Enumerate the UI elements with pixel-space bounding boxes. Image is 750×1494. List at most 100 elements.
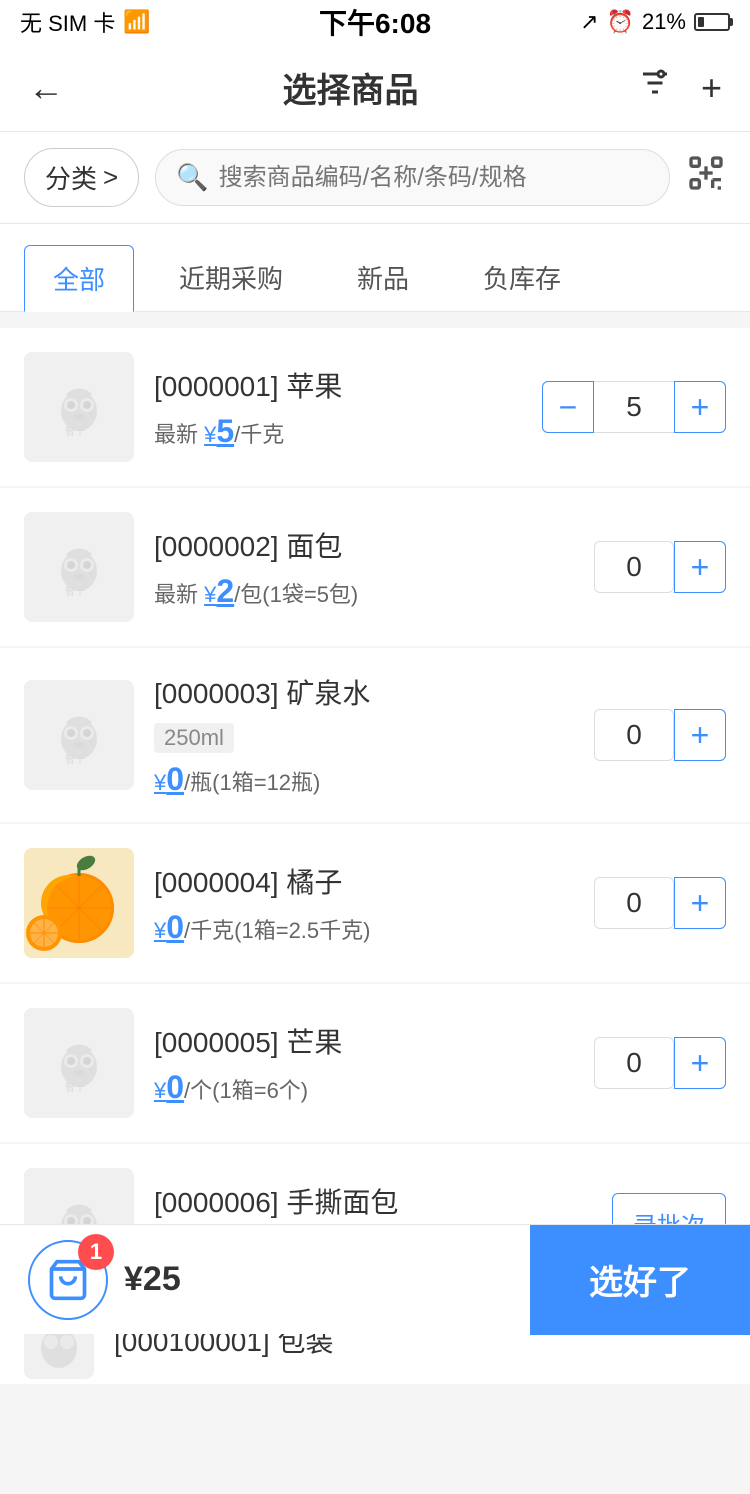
tab-new[interactable]: 新品 [328,244,438,311]
price-unit: /千克(1箱=2.5千克) [184,918,370,943]
wifi-icon: 📶 [123,9,150,35]
price-symbol: ¥ [154,918,166,943]
cart-total: ¥25 [124,1260,181,1299]
quantity-increase-button[interactable]: + [674,541,726,593]
category-button[interactable]: 分类 > [24,148,139,207]
cart-button[interactable]: 1 [28,1240,108,1320]
quantity-control: + [594,709,726,761]
product-name: [0000005] 芒果 [154,1021,574,1061]
add-icon[interactable]: + [701,67,722,109]
category-arrow-icon: > [103,162,118,193]
battery-percent: 21% [642,9,686,35]
product-thumbnail: 智十 [24,352,134,462]
price-value: 0 [166,1069,184,1105]
product-item: 智十 [0000005] 芒果 ¥0/个(1箱=6个) + [0,984,750,1142]
product-name: [0000002] 面包 [154,525,574,565]
search-input[interactable] [219,164,649,192]
divider [0,312,750,328]
quantity-input[interactable] [594,877,674,929]
category-label: 分类 [45,159,97,196]
price-value: 0 [166,761,184,797]
product-thumbnail: 智十 [24,1008,134,1118]
alarm-icon: ⏰ [607,9,634,35]
status-bar: 无 SIM 卡 📶 下午6:08 ↗ ⏰ 21% [0,0,750,44]
quantity-input[interactable] [594,381,674,433]
bottom-bar: 1 ¥25 选好了 [0,1224,750,1334]
quantity-decrease-button[interactable]: − [542,381,594,433]
tabs-bar: 全部 近期采购 新品 负库存 [0,224,750,312]
product-info: [0000002] 面包 最新 ¥2/包(1袋=5包) [154,525,574,610]
product-price: ¥0/个(1箱=6个) [154,1069,574,1106]
location-icon: ↗ [580,9,598,35]
product-info: [0000001] 苹果 最新 ¥5/千克 [154,365,522,450]
product-price: 最新 ¥5/千克 [154,413,522,450]
owl-logo: 智十 [47,1031,111,1095]
price-symbol: ¥ [154,1078,166,1103]
price-label: 最新 [154,422,204,447]
page-title: 选择商品 [282,63,418,112]
product-name: [0000006] 手撕面包 [154,1181,592,1221]
product-name: [0000001] 苹果 [154,365,522,405]
quantity-input[interactable] [594,1037,674,1089]
search-input-wrap: 🔍 [155,149,670,206]
quantity-control: + [594,877,726,929]
status-right: ↗ ⏰ 21% [580,9,730,35]
back-button[interactable]: ← [28,67,64,109]
search-bar: 分类 > 🔍 [0,132,750,224]
product-item: [0000004] 橘子 ¥0/千克(1箱=2.5千克) + [0,824,750,982]
product-thumbnail: 智十 [24,512,134,622]
price-per: ¥ [204,422,216,447]
nav-bar: ← 选择商品 + [0,44,750,132]
owl-logo: 智十 [47,703,111,767]
owl-logo: 智十 [47,535,111,599]
confirm-button[interactable]: 选好了 [530,1225,750,1335]
price-unit: /个(1箱=6个) [184,1078,308,1103]
svg-text:智十: 智十 [65,1081,85,1094]
product-item: 智十 [0000002] 面包 最新 ¥2/包(1袋=5包) + [0,488,750,646]
svg-text:智十: 智十 [65,753,85,766]
status-left: 无 SIM 卡 📶 [20,6,151,38]
quantity-control: − + [542,381,726,433]
battery-icon [694,13,730,31]
svg-text:智十: 智十 [65,425,85,438]
price-unit: /千克 [234,422,284,447]
carrier-label: 无 SIM 卡 [20,6,115,38]
price-symbol: ¥ [154,770,166,795]
product-item: 智十 [0000003] 矿泉水 250ml ¥0/瓶(1箱=12瓶) + [0,648,750,822]
quantity-increase-button[interactable]: + [674,381,726,433]
quantity-increase-button[interactable]: + [674,877,726,929]
scan-icon[interactable] [686,153,726,202]
product-spec: 250ml [154,723,234,753]
product-price: ¥0/千克(1箱=2.5千克) [154,909,574,946]
product-name: [0000004] 橘子 [154,861,574,901]
quantity-input[interactable] [594,709,674,761]
status-time: 下午6:08 [319,2,431,42]
owl-logo: 智十 [47,375,111,439]
tab-all[interactable]: 全部 [24,245,134,312]
price-label: 最新 [154,582,204,607]
price-value: 2 [216,573,234,609]
quantity-input[interactable] [594,541,674,593]
quantity-increase-button[interactable]: + [674,709,726,761]
product-thumbnail [24,848,134,958]
product-info: [0000003] 矿泉水 250ml ¥0/瓶(1箱=12瓶) [154,672,574,798]
price-value: 5 [216,413,234,449]
tab-negative[interactable]: 负库存 [454,244,590,311]
price-unit: /包(1袋=5包) [234,582,358,607]
svg-text:智十: 智十 [65,585,85,598]
cart-section: 1 ¥25 [0,1240,530,1320]
search-icon: 🔍 [176,162,208,193]
price-unit: /瓶(1箱=12瓶) [184,770,320,795]
product-info: [0000004] 橘子 ¥0/千克(1箱=2.5千克) [154,861,574,946]
product-item: 智十 [0000001] 苹果 最新 ¥5/千克 − + [0,328,750,486]
filter-icon[interactable] [637,65,673,110]
cart-badge: 1 [78,1234,114,1270]
quantity-increase-button[interactable]: + [674,1037,726,1089]
product-price: 最新 ¥2/包(1袋=5包) [154,573,574,610]
quantity-control: + [594,1037,726,1089]
product-name: [0000003] 矿泉水 [154,672,574,712]
product-thumbnail: 智十 [24,680,134,790]
tab-recent[interactable]: 近期采购 [150,244,312,311]
price-symbol: ¥ [204,582,216,607]
price-value: 0 [166,909,184,945]
